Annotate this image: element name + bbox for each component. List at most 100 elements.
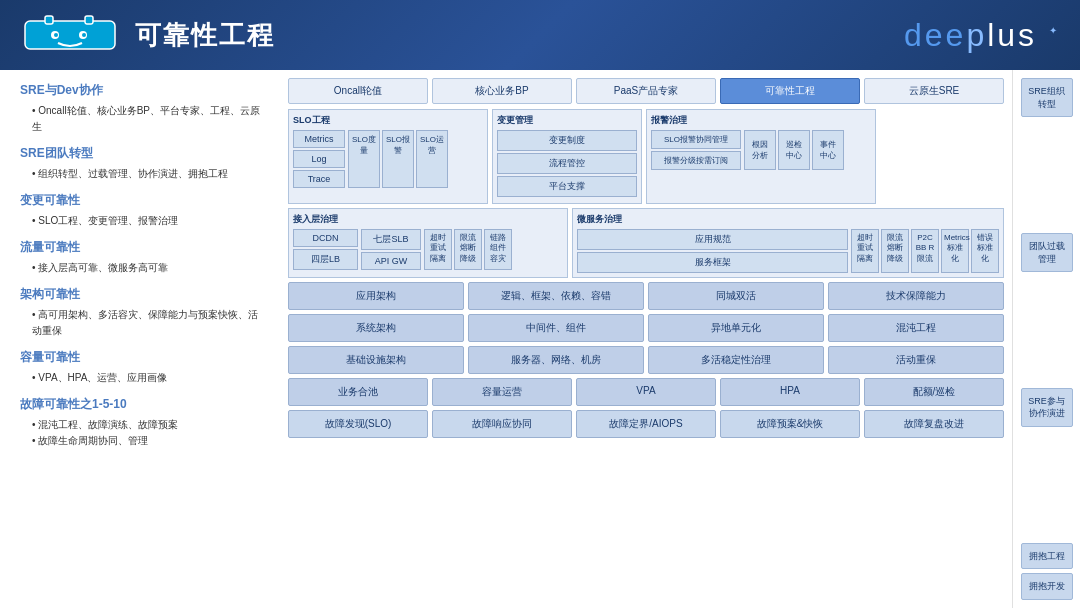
access-right-cols: 超时重试隔离 限流熔断降级 链路组件容灾 xyxy=(424,229,512,270)
sidebar-title-sre-team: SRE团队转型 xyxy=(20,145,260,162)
access-left-boxes: DCDN 四层LB xyxy=(293,229,358,270)
capacity-business-pool: 业务合池 xyxy=(288,378,428,406)
top-roles-row: Oncall轮值 核心业务BP PaaS产品专家 可靠性工程 云原生SRE xyxy=(288,78,1004,104)
right-item-sre-collab: SRE参与协作演进 xyxy=(1021,388,1073,427)
sidebar-section-change: 变更可靠性 SLO工程、变更管理、报警治理 xyxy=(20,192,260,229)
alarm-right: 根因分析 巡检中心 事件中心 xyxy=(744,130,844,170)
access-apigw: API GW xyxy=(361,252,421,270)
header-left: 可靠性工程 xyxy=(20,13,275,58)
arch-remote-unit: 异地单元化 xyxy=(648,314,824,342)
capacity-vpa: VPA xyxy=(576,378,716,406)
sidebar-section-capacity: 容量可靠性 VPA、HPA、运营、应用画像 xyxy=(20,349,260,386)
change-section: 变更管理 变更制度 流程管控 平台支撑 xyxy=(492,109,642,204)
diagram: Oncall轮值 核心业务BP PaaS产品专家 可靠性工程 云原生SRE SL… xyxy=(288,78,1004,600)
micro-col-1: 限流熔断降级 xyxy=(881,229,909,273)
slo-section: SLO工程 Metrics Log Trace SLO度量 SLO报警 SLO运… xyxy=(288,109,488,204)
sidebar-bullet-change: SLO工程、变更管理、报警治理 xyxy=(20,213,260,229)
arch-multiactive: 多活稳定性治理 xyxy=(648,346,824,374)
capacity-quota: 配额/巡检 xyxy=(864,378,1004,406)
slo-col-alarm: SLO报警 xyxy=(382,130,414,188)
sidebar-bullet-capacity: VPA、HPA、运营、应用画像 xyxy=(20,370,260,386)
access-col-1: 限流熔断降级 xyxy=(454,229,482,270)
micro-section: 微服务治理 应用规范 服务框架 超时重试隔离 限流熔断降级 P2C BB R限流… xyxy=(572,208,1004,278)
sidebar-bullet-sre-dev: Oncall轮值、核心业务BP、平台专家、工程、云原生 xyxy=(20,103,260,135)
access-section: 接入层治理 DCDN 四层LB 七层SLB API GW 超时重试隔离 限流熔断 xyxy=(288,208,568,278)
access-section-title: 接入层治理 xyxy=(293,213,563,226)
access-micro-row: 接入层治理 DCDN 四层LB 七层SLB API GW 超时重试隔离 限流熔断 xyxy=(288,208,1004,278)
access-dcdn: DCDN xyxy=(293,229,358,247)
arch-logic: 逻辑、框架、依赖、容错 xyxy=(468,282,644,310)
sidebar-section-sre-dev: SRE与Dev协作 Oncall轮值、核心业务BP、平台专家、工程、云原生 xyxy=(20,82,260,135)
role-paas: PaaS产品专家 xyxy=(576,78,716,104)
sidebar-title-traffic: 流量可靠性 xyxy=(20,239,260,256)
micro-col-4: 错误标准化 xyxy=(971,229,999,273)
alarm-right-0: 根因分析 xyxy=(744,130,776,170)
metric-box-trace: Trace xyxy=(293,170,345,188)
sidebar-title-arch: 架构可靠性 xyxy=(20,286,260,303)
content-area: SRE与Dev协作 Oncall轮值、核心业务BP、平台专家、工程、云原生 SR… xyxy=(0,70,1080,608)
sidebar-section-failure: 故障可靠性之1-5-10 混沌工程、故障演练、故障预案 故障生命周期协同、管理 xyxy=(20,396,260,449)
sidebar-section-sre-team: SRE团队转型 组织转型、过载管理、协作演进、拥抱工程 xyxy=(20,145,260,182)
micro-inner: 应用规范 服务框架 超时重试隔离 限流熔断降级 P2C BB R限流 Metri… xyxy=(577,229,999,273)
micro-box-1: 服务框架 xyxy=(577,252,848,273)
slo-section-title: SLO工程 xyxy=(293,114,483,127)
arch-activity: 活动重保 xyxy=(828,346,1004,374)
arch-dual-city: 同城双活 xyxy=(648,282,824,310)
sidebar-bullet-arch: 高可用架构、多活容灾、保障能力与预案快恢、活动重保 xyxy=(20,307,260,339)
slo-cols: SLO度量 SLO报警 SLO运营 xyxy=(348,130,448,188)
main-diagram-area: Oncall轮值 核心业务BP PaaS产品专家 可靠性工程 云原生SRE SL… xyxy=(280,70,1012,608)
right-item-sre-org: SRE组织转型 xyxy=(1021,78,1073,117)
arch-row-0: 应用架构 逻辑、框架、依赖、容错 同城双活 技术保障能力 xyxy=(288,282,1004,310)
alarm-box-1: 报警分级按需订阅 xyxy=(651,151,741,170)
slo-col-ops: SLO运营 xyxy=(416,130,448,188)
arch-app: 应用架构 xyxy=(288,282,464,310)
svg-point-6 xyxy=(54,33,58,37)
slo-metrics-col: Metrics Log Trace xyxy=(293,130,345,188)
sidebar-bullet-failure-1: 混沌工程、故障演练、故障预案 xyxy=(20,417,260,433)
arch-system: 系统架构 xyxy=(288,314,464,342)
svg-rect-2 xyxy=(45,16,53,24)
role-cloud-native-sre: 云原生SRE xyxy=(864,78,1004,104)
svg-rect-3 xyxy=(85,16,93,24)
change-item-1: 流程管控 xyxy=(497,153,637,174)
sidebar-bullet-sre-team: 组织转型、过载管理、协作演进、拥抱工程 xyxy=(20,166,260,182)
metric-box-metrics: Metrics xyxy=(293,130,345,148)
micro-right-cols: 超时重试隔离 限流熔断降级 P2C BB R限流 Metrics标准化 错误标准… xyxy=(851,229,999,273)
arch-server-network: 服务器、网络、机房 xyxy=(468,346,644,374)
micro-section-title: 微服务治理 xyxy=(577,213,999,226)
metric-box-log: Log xyxy=(293,150,345,168)
micro-top-boxes: 应用规范 服务框架 xyxy=(577,229,848,273)
arch-chaos: 混沌工程 xyxy=(828,314,1004,342)
alarm-box-0: SLO报警协同管理 xyxy=(651,130,741,149)
access-col-0: 超时重试隔离 xyxy=(424,229,452,270)
access-col-2: 链路组件容灾 xyxy=(484,229,512,270)
deepplus-logo: deeplus ✦ xyxy=(904,17,1060,54)
slo-inner: Metrics Log Trace SLO度量 SLO报警 SLO运营 xyxy=(293,130,483,188)
alarm-left: SLO报警协同管理 报警分级按需订阅 xyxy=(651,130,741,170)
micro-col-2: P2C BB R限流 xyxy=(911,229,939,273)
arch-middleware: 中间件、组件 xyxy=(468,314,644,342)
right-sidebar: SRE组织转型 团队过载管理 SRE参与协作演进 拥抱工程 拥抱开发 xyxy=(1012,70,1080,608)
access-mid-boxes: 七层SLB API GW xyxy=(361,229,421,270)
change-item-2: 平台支撑 xyxy=(497,176,637,197)
failure-discover: 故障发现(SLO) xyxy=(288,410,428,438)
micro-box-0: 应用规范 xyxy=(577,229,848,250)
right-item-team-mgmt: 团队过载管理 xyxy=(1021,233,1073,272)
sidebar-title-failure: 故障可靠性之1-5-10 xyxy=(20,396,260,413)
header: 可靠性工程 deeplus ✦ xyxy=(0,0,1080,70)
arch-infra: 基础设施架构 xyxy=(288,346,464,374)
alarm-right-1: 巡检中心 xyxy=(778,130,810,170)
arch-row-1: 系统架构 中间件、组件 异地单元化 混沌工程 xyxy=(288,314,1004,342)
sidebar-bullet-traffic: 接入层高可靠、微服务高可靠 xyxy=(20,260,260,276)
svg-point-7 xyxy=(82,33,86,37)
sidebar-section-arch: 架构可靠性 高可用架构、多活容灾、保障能力与预案快恢、活动重保 xyxy=(20,286,260,339)
alarm-section: 报警治理 SLO报警协同管理 报警分级按需订阅 根因分析 巡检中心 事件中心 xyxy=(646,109,876,204)
role-reliability: 可靠性工程 xyxy=(720,78,860,104)
capacity-ops: 容量运营 xyxy=(432,378,572,406)
access-4lb: 四层LB xyxy=(293,249,358,270)
sidebar-section-traffic: 流量可靠性 接入层高可靠、微服务高可靠 xyxy=(20,239,260,276)
access-7slb: 七层SLB xyxy=(361,229,421,250)
role-bp: 核心业务BP xyxy=(432,78,572,104)
change-item-0: 变更制度 xyxy=(497,130,637,151)
role-oncall: Oncall轮值 xyxy=(288,78,428,104)
